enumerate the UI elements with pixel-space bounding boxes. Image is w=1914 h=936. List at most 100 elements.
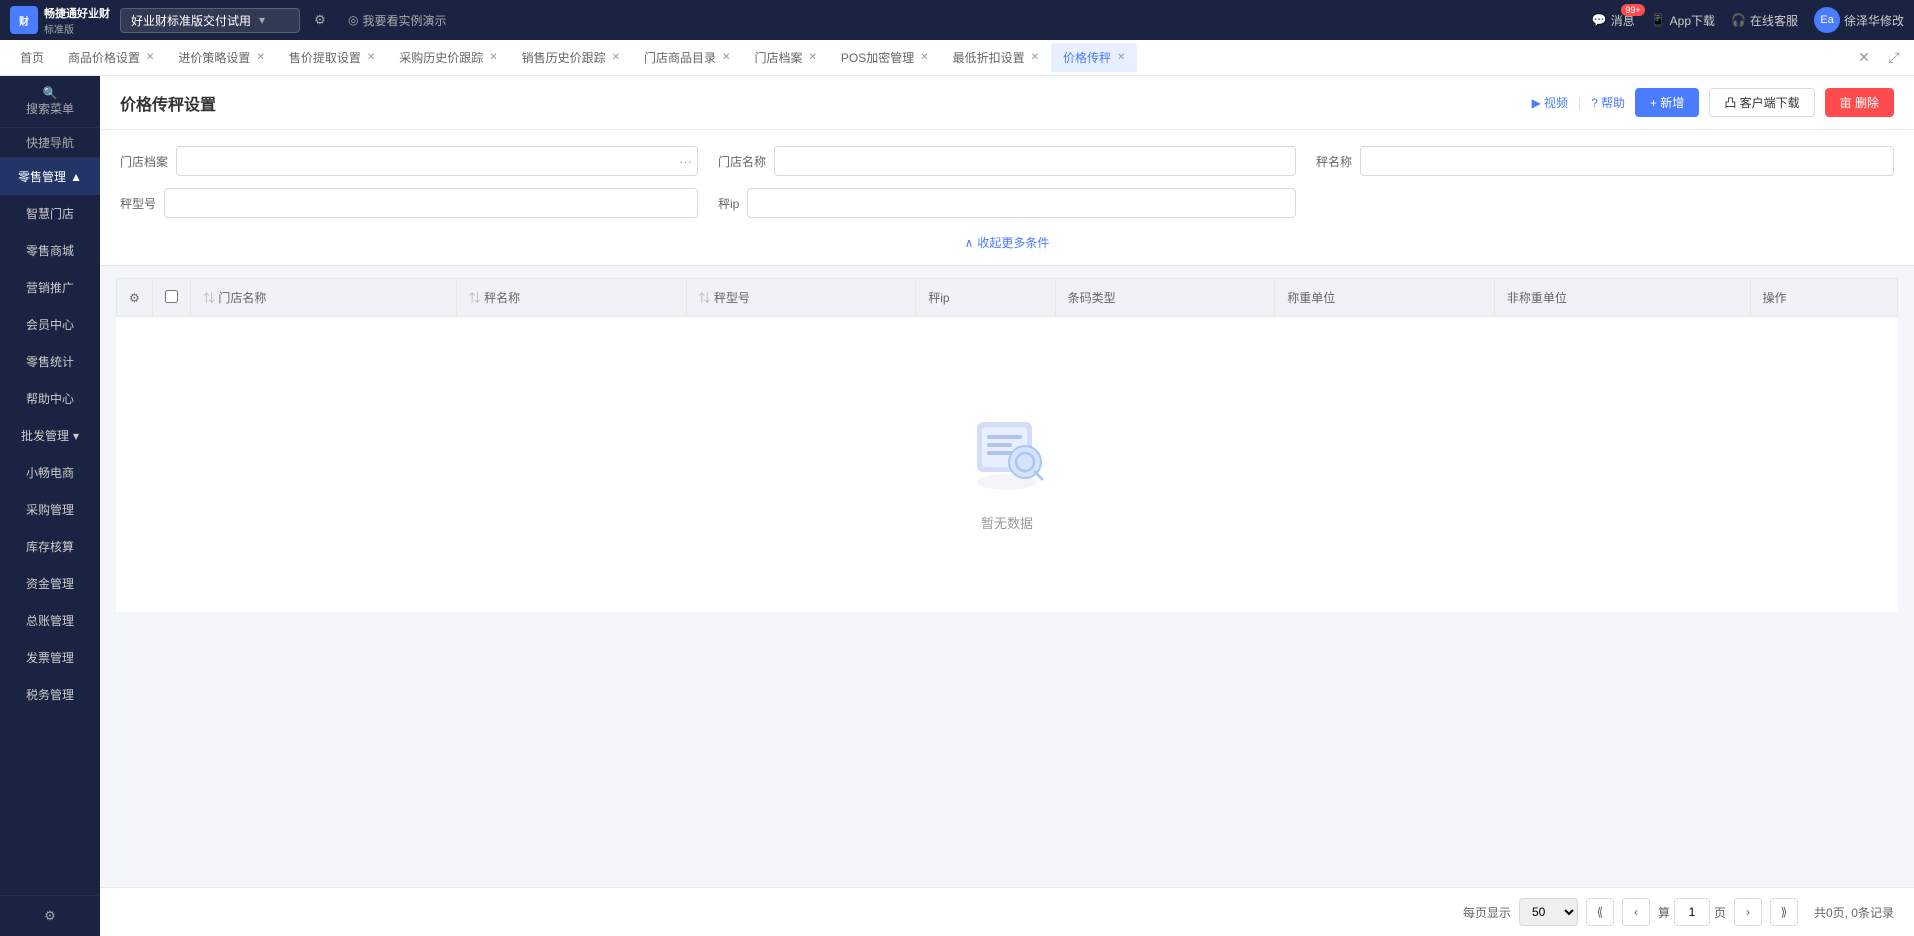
tab-pos-manage[interactable]: POS加密管理 ✕ xyxy=(829,43,941,72)
sidebar-item-tax-manage[interactable]: 税务管理 xyxy=(0,676,100,713)
video-icon: ▶ xyxy=(1532,96,1541,110)
sidebar-retail-manage-label: 零售管理 xyxy=(18,168,66,185)
video-link[interactable]: ▶ 视频 xyxy=(1532,94,1568,111)
store-profile-label: 门店档案 xyxy=(120,153,168,170)
user-name: 徐泽华修改 xyxy=(1844,12,1904,29)
th-scale-name-sort-icon[interactable]: ⇅ xyxy=(469,291,481,305)
select-all-checkbox[interactable] xyxy=(165,290,178,303)
page-suffix: 页 xyxy=(1714,904,1726,921)
online-service-button[interactable]: 🎧 在线客服 xyxy=(1731,12,1798,29)
page-header: 价格传秤设置 ▶ 视频 | ? 帮助 + 新增 凸 客户端下载 亩 xyxy=(100,76,1914,130)
tab-home[interactable]: 首页 xyxy=(8,43,56,72)
th-store-name-sort-icon[interactable]: ⇅ xyxy=(203,291,215,305)
tab-bar: 首页 商品价格设置 ✕ 进价策略设置 ✕ 售价提取设置 ✕ 采购历史价跟踪 ✕ … xyxy=(0,40,1914,76)
sidebar-item-fund-manage[interactable]: 资金管理 xyxy=(0,565,100,602)
tab-purchase-history-close[interactable]: ✕ xyxy=(489,52,497,63)
sidebar-item-xiaochang-ecom[interactable]: 小畅电商 xyxy=(0,454,100,491)
page-input[interactable] xyxy=(1674,898,1710,926)
th-scale-model-sort-icon[interactable]: ⇅ xyxy=(699,291,711,305)
tab-purchase-strategy-close[interactable]: ✕ xyxy=(256,52,264,63)
tab-min-discount-close[interactable]: ✕ xyxy=(1031,52,1039,63)
th-barcode-type: 条码类型 xyxy=(1055,279,1275,317)
app-download-button[interactable]: 📱 App下载 xyxy=(1651,12,1715,29)
settings-icon[interactable]: ⚙ xyxy=(306,6,334,34)
th-settings[interactable]: ⚙ xyxy=(117,279,153,317)
download-button[interactable]: 凸 客户端下载 xyxy=(1709,88,1814,117)
tab-store-catalog-label: 门店商品目录 xyxy=(644,49,716,66)
scale-ip-input[interactable] xyxy=(747,188,1296,218)
user-info[interactable]: Ea 徐泽华修改 xyxy=(1814,7,1904,33)
th-weight-unit-label: 称重单位 xyxy=(1287,291,1335,305)
collapse-filter-button[interactable]: ∧ 收起更多条件 xyxy=(120,230,1894,255)
tab-sale-price-close[interactable]: ✕ xyxy=(367,52,375,63)
store-name-input[interactable] xyxy=(774,146,1296,176)
sidebar-item-purchase-manage[interactable]: 采购管理 xyxy=(0,491,100,528)
help-link[interactable]: ? 帮助 xyxy=(1591,94,1625,111)
tab-sale-history-close[interactable]: ✕ xyxy=(612,52,620,63)
tab-price-scale-close[interactable]: ✕ xyxy=(1117,52,1125,63)
dropdown-arrow-icon: ▾ xyxy=(259,13,265,27)
message-icon: 💬 xyxy=(1592,13,1607,27)
tab-store-catalog[interactable]: 门店商品目录 ✕ xyxy=(632,43,742,72)
store-profile-input[interactable] xyxy=(176,146,698,176)
store-profile-more-icon[interactable]: ··· xyxy=(679,154,692,169)
th-barcode-type-label: 条码类型 xyxy=(1068,291,1116,305)
message-button[interactable]: 💬 消息 99+ xyxy=(1592,12,1635,29)
sidebar-smart-store-label: 智慧门店 xyxy=(26,207,74,221)
per-page-select[interactable]: 10 20 50 100 xyxy=(1519,898,1578,926)
close-all-button[interactable]: ✕ xyxy=(1852,46,1876,70)
sidebar-item-retail-stats[interactable]: 零售统计 xyxy=(0,343,100,380)
tab-purchase-history[interactable]: 采购历史价跟踪 ✕ xyxy=(387,43,509,72)
empty-text: 暂无数据 xyxy=(137,513,1878,532)
tab-sale-history-label: 销售历史价跟踪 xyxy=(522,49,606,66)
help-icon: ? xyxy=(1591,96,1598,110)
last-page-button[interactable]: ⟫ xyxy=(1770,898,1798,926)
app-selector-label: 好业财标准版交付试用 xyxy=(131,12,251,29)
tab-purchase-strategy[interactable]: 进价策略设置 ✕ xyxy=(166,43,276,72)
sidebar-item-marketing[interactable]: 营销推广 xyxy=(0,269,100,306)
sidebar-item-general-ledger[interactable]: 总账管理 xyxy=(0,602,100,639)
phone-icon: 📱 xyxy=(1651,13,1666,27)
tab-pos-manage-close[interactable]: ✕ xyxy=(920,52,928,63)
tab-store-profile[interactable]: 门店档案 ✕ xyxy=(742,43,828,72)
tab-store-profile-close[interactable]: ✕ xyxy=(808,52,816,63)
scale-model-label: 秤型号 xyxy=(120,195,156,212)
page-label: 算 xyxy=(1658,904,1670,921)
app-selector[interactable]: 好业财标准版交付试用 ▾ xyxy=(120,8,300,33)
store-profile-input-wrapper: ··· xyxy=(176,146,698,176)
tab-price-settings[interactable]: 商品价格设置 ✕ xyxy=(56,43,166,72)
sidebar-item-member-center[interactable]: 会员中心 xyxy=(0,306,100,343)
tab-store-catalog-close[interactable]: ✕ xyxy=(722,52,730,63)
filter-scale-name: 秤名称 xyxy=(1316,146,1894,176)
sidebar-item-retail-mall[interactable]: 零售商城 xyxy=(0,232,100,269)
tab-price-scale[interactable]: 价格传秤 ✕ xyxy=(1051,43,1137,72)
scale-model-input[interactable] xyxy=(164,188,698,218)
sidebar-item-wholesale-manage[interactable]: 批发管理 ▾ xyxy=(0,417,100,454)
sidebar-item-help-center[interactable]: 帮助中心 xyxy=(0,380,100,417)
sidebar-item-smart-store[interactable]: 智慧门店 xyxy=(0,195,100,232)
sidebar-item-invoice-manage[interactable]: 发票管理 xyxy=(0,639,100,676)
demo-circle-icon: ◎ xyxy=(348,13,358,27)
demo-button[interactable]: ◎ 我要看实例演示 xyxy=(348,12,447,29)
first-page-button[interactable]: ⟪ xyxy=(1586,898,1614,926)
sidebar-search[interactable]: 🔍 搜索菜单 xyxy=(0,76,100,128)
tab-min-discount[interactable]: 最低折扣设置 ✕ xyxy=(941,43,1051,72)
tab-window-controls: ✕ ⤢ xyxy=(1852,46,1906,70)
help-label: 帮助 xyxy=(1601,94,1625,111)
next-page-button[interactable]: › xyxy=(1734,898,1762,926)
tab-sale-price[interactable]: 售价提取设置 ✕ xyxy=(277,43,387,72)
prev-page-button[interactable]: ‹ xyxy=(1622,898,1650,926)
delete-button[interactable]: 亩 删除 xyxy=(1825,88,1894,117)
table-header-row: ⚙ ⇅ 门店名称 ⇅ 秤名称 ⇅ xyxy=(117,279,1898,317)
sidebar-settings-button[interactable]: ⚙ xyxy=(0,895,100,936)
tab-sale-history[interactable]: 销售历史价跟踪 ✕ xyxy=(510,43,632,72)
th-scale-model-label: 秤型号 xyxy=(714,291,750,305)
add-button[interactable]: + 新增 xyxy=(1635,88,1699,117)
empty-state: 暂无数据 xyxy=(117,317,1898,612)
maximize-button[interactable]: ⤢ xyxy=(1882,46,1906,70)
scale-name-input[interactable] xyxy=(1360,146,1894,176)
sidebar-item-inventory[interactable]: 库存核算 xyxy=(0,528,100,565)
tab-price-settings-close[interactable]: ✕ xyxy=(146,52,154,63)
sidebar-nav[interactable]: 快捷导航 xyxy=(0,128,100,158)
sidebar-item-retail-manage[interactable]: 零售管理 ▲ xyxy=(0,158,100,195)
